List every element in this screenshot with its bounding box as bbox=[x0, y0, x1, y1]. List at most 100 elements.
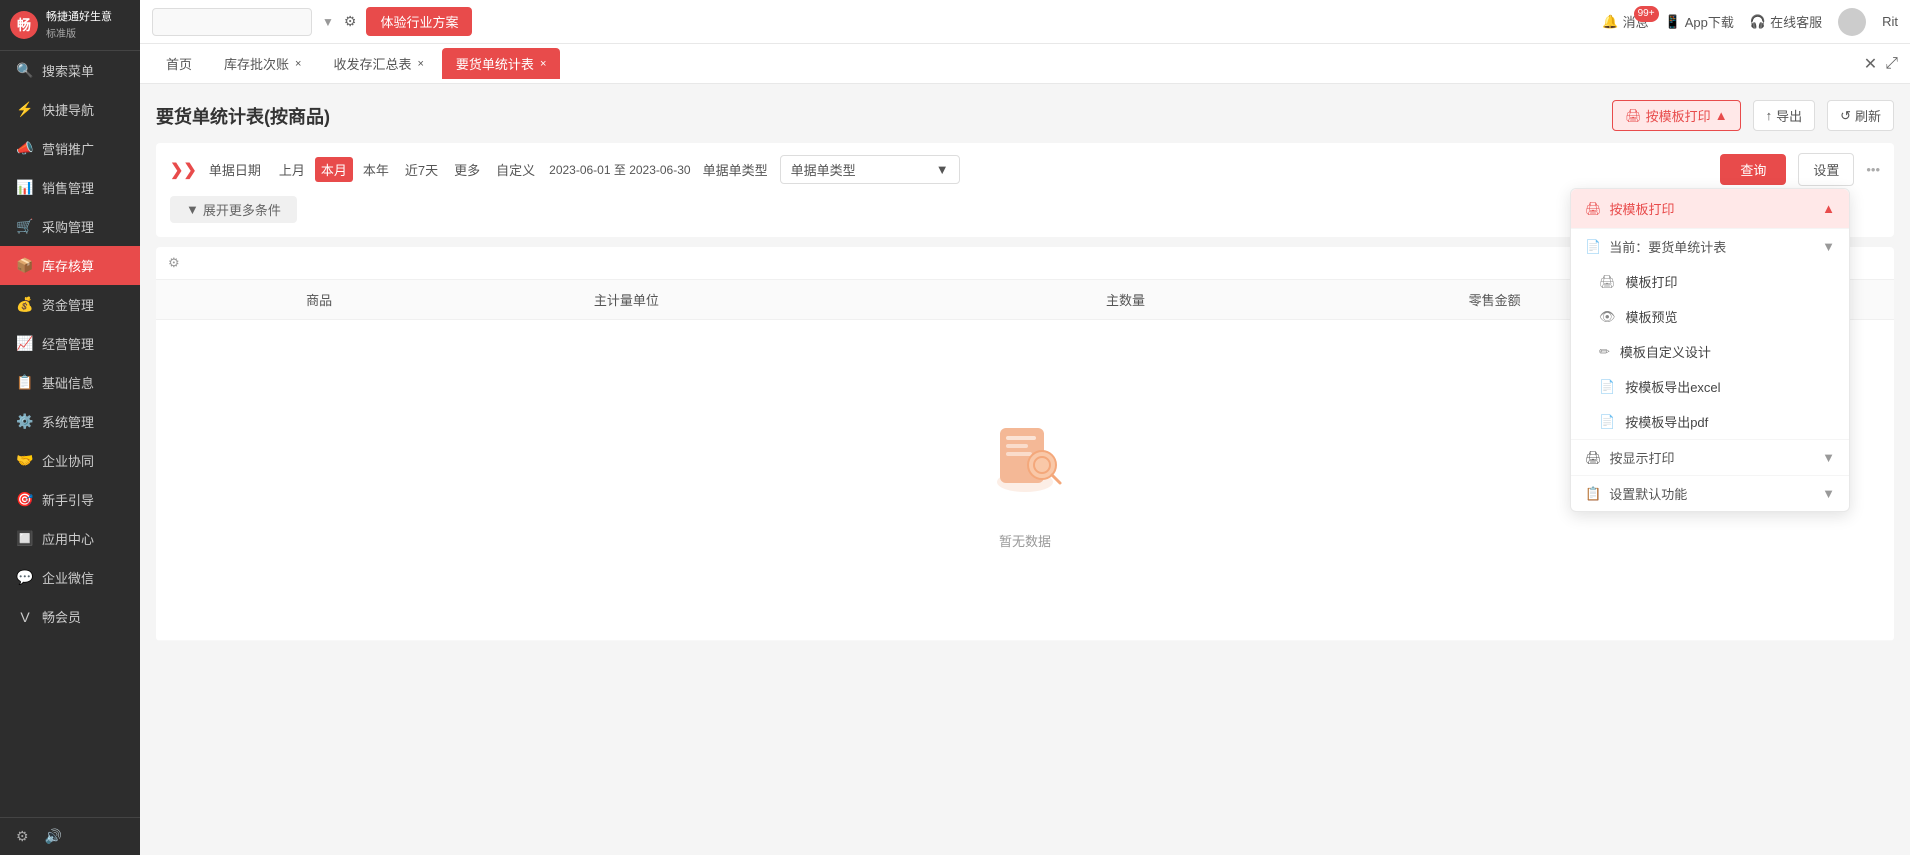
tab-receipt-summary-label: 收发存汇总表 bbox=[333, 54, 411, 73]
expand-conditions-btn[interactable]: ▼ 展开更多条件 bbox=[170, 196, 297, 223]
empty-text: 暂无数据 bbox=[999, 531, 1051, 550]
sidebar-nav: ⚡ 快捷导航 📣 营销推广 📊 销售管理 🛒 采购管理 📦 库存核算 💰 资金管… bbox=[0, 90, 140, 817]
date-custom-btn[interactable]: 自定义 bbox=[490, 157, 541, 182]
window-maximize-icon[interactable]: ⤢ bbox=[1885, 55, 1898, 73]
tab-receipt-summary[interactable]: 收发存汇总表 × bbox=[319, 48, 437, 79]
user-avatar[interactable] bbox=[1838, 8, 1866, 36]
expand-icon: ▼ bbox=[186, 202, 199, 217]
sound-icon[interactable]: 🔊 bbox=[45, 828, 62, 845]
tab-receipt-summary-close[interactable]: × bbox=[417, 58, 423, 70]
sidebar-search[interactable]: 🔍 搜索菜单 bbox=[0, 51, 140, 90]
print-template-button[interactable]: 🖨 按模板打印 ▲ bbox=[1612, 100, 1740, 131]
app-logo-icon: 畅 bbox=[10, 11, 38, 39]
type-select[interactable]: 单据单类型 ▼ bbox=[780, 155, 960, 184]
export-button[interactable]: ↑ 导出 bbox=[1753, 100, 1816, 131]
date-more-btn[interactable]: 更多 bbox=[448, 157, 486, 182]
app-download-button[interactable]: 📱 App下载 bbox=[1665, 12, 1734, 31]
dropdown-export-excel[interactable]: 📄 按模板导出excel bbox=[1571, 369, 1849, 404]
sidebar-item-label: 企业微信 bbox=[42, 568, 94, 587]
trial-industry-button[interactable]: 体验行业方案 bbox=[366, 7, 472, 36]
sidebar-item-finance[interactable]: 💰 资金管理 bbox=[0, 285, 140, 324]
column-settings-icon[interactable]: ⚙ bbox=[168, 255, 180, 271]
user-name[interactable]: Rit bbox=[1882, 14, 1898, 29]
sidebar: 畅 畅捷通好生意 标准版 🔍 搜索菜单 ⚡ 快捷导航 📣 营销推广 📊 销售管理… bbox=[0, 0, 140, 855]
messages-badge: 99+ bbox=[1634, 6, 1659, 22]
export-icon: ↑ bbox=[1766, 108, 1773, 123]
finance-icon: 💰 bbox=[16, 296, 34, 313]
sidebar-item-member[interactable]: V 畅会员 bbox=[0, 597, 140, 636]
sidebar-item-purchase[interactable]: 🛒 采购管理 bbox=[0, 207, 140, 246]
date-last-month-btn[interactable]: 上月 bbox=[273, 157, 311, 182]
export-pdf-label: 按模板导出pdf bbox=[1625, 412, 1708, 431]
tab-batch-accounts[interactable]: 库存批次账 × bbox=[210, 48, 315, 79]
query-button[interactable]: 查询 bbox=[1720, 154, 1786, 185]
sidebar-item-wechat[interactable]: 💬 企业微信 bbox=[0, 558, 140, 597]
sidebar-item-label: 库存核算 bbox=[42, 256, 94, 275]
topbar-search-input[interactable] bbox=[152, 8, 312, 36]
app-download-label: App下载 bbox=[1685, 12, 1734, 31]
sidebar-item-system[interactable]: ⚙️ 系统管理 bbox=[0, 402, 140, 441]
refresh-button[interactable]: ↺ 刷新 bbox=[1827, 100, 1894, 131]
dropdown-template-print[interactable]: 🖨 模板打印 bbox=[1571, 264, 1849, 299]
tab-batch-accounts-close[interactable]: × bbox=[295, 58, 301, 70]
date-last7days-btn[interactable]: 近7天 bbox=[399, 157, 444, 182]
system-icon: ⚙️ bbox=[16, 413, 34, 430]
sidebar-item-inventory[interactable]: 📦 库存核算 bbox=[0, 246, 140, 285]
tab-bar: 首页 库存批次账 × 收发存汇总表 × 要货单统计表 × ✕ ⤢ bbox=[140, 44, 1910, 84]
more-options-icon[interactable]: ••• bbox=[1866, 162, 1880, 177]
tab-order-stats-close[interactable]: × bbox=[540, 58, 546, 70]
dropdown-collapse-icon[interactable]: ▲ bbox=[1822, 201, 1835, 216]
main-area: ▼ ⚙ 体验行业方案 🔔 消息 99+ 📱 App下载 🎧 在线客服 Rit 首… bbox=[140, 0, 1910, 855]
settings-button[interactable]: 设置 bbox=[1798, 153, 1854, 186]
display-print-icon: 🖨 bbox=[1585, 450, 1602, 466]
dropdown-display-print[interactable]: 🖨 按显示打印 ▼ bbox=[1571, 439, 1849, 475]
date-current-year-btn[interactable]: 本年 bbox=[357, 157, 395, 182]
sidebar-item-collab[interactable]: 🤝 企业协同 bbox=[0, 441, 140, 480]
dropdown-template-preview[interactable]: 👁 模板预览 bbox=[1571, 299, 1849, 334]
refresh-icon: ↺ bbox=[1840, 108, 1851, 124]
dropdown-header[interactable]: 🖨 按模板打印 ▲ bbox=[1571, 189, 1849, 228]
online-service-button[interactable]: 🎧 在线客服 bbox=[1750, 12, 1822, 31]
type-filter-label: 单据单类型 bbox=[703, 160, 768, 179]
sidebar-item-quicknav[interactable]: ⚡ 快捷导航 bbox=[0, 90, 140, 129]
purchase-icon: 🛒 bbox=[16, 218, 34, 235]
sidebar-item-guide[interactable]: 🎯 新手引导 bbox=[0, 480, 140, 519]
basic-icon: 📋 bbox=[16, 374, 34, 391]
headset-icon: 🎧 bbox=[1750, 14, 1766, 30]
filter-row: ❯❯ 单据日期 上月 本月 本年 近7天 更多 自定义 2023-06-01 至… bbox=[170, 153, 1880, 186]
sidebar-item-label: 畅会员 bbox=[42, 607, 81, 626]
export-btn-label: 导出 bbox=[1776, 106, 1802, 125]
topbar-right-actions: 🔔 消息 99+ 📱 App下载 🎧 在线客服 Rit bbox=[1602, 8, 1898, 36]
export-excel-label: 按模板导出excel bbox=[1625, 377, 1720, 396]
sidebar-item-basic[interactable]: 📋 基础信息 bbox=[0, 363, 140, 402]
dropdown-template-design[interactable]: ✏ 模板自定义设计 bbox=[1571, 334, 1849, 369]
dropdown-default-func[interactable]: 📋 设置默认功能 ▼ bbox=[1571, 475, 1849, 511]
sidebar-item-marketing[interactable]: 📣 营销推广 bbox=[0, 129, 140, 168]
tab-home[interactable]: 首页 bbox=[152, 48, 206, 79]
sidebar-logo: 畅 畅捷通好生意 标准版 bbox=[0, 0, 140, 51]
topbar-gear-icon[interactable]: ⚙ bbox=[344, 13, 357, 30]
date-current-month-btn[interactable]: 本月 bbox=[315, 157, 353, 182]
app-name: 畅捷通好生意 bbox=[46, 10, 112, 25]
dropdown-title: 按模板打印 bbox=[1610, 199, 1675, 218]
sidebar-item-label: 快捷导航 bbox=[42, 100, 94, 119]
filter-toggle-icon[interactable]: ❯❯ bbox=[170, 160, 197, 180]
dropdown-current-item[interactable]: 📄 当前：要货单统计表 ▼ bbox=[1571, 228, 1849, 264]
dropdown-export-pdf[interactable]: 📄 按模板导出pdf bbox=[1571, 404, 1849, 439]
tab-order-stats[interactable]: 要货单统计表 × bbox=[442, 48, 560, 79]
sidebar-item-label: 采购管理 bbox=[42, 217, 94, 236]
window-close-icon[interactable]: ✕ bbox=[1864, 54, 1877, 74]
display-print-expand-icon: ▼ bbox=[1822, 450, 1835, 465]
sidebar-item-operations[interactable]: 📈 经营管理 bbox=[0, 324, 140, 363]
messages-button[interactable]: 🔔 消息 99+ bbox=[1602, 12, 1648, 31]
col-checkbox bbox=[156, 280, 294, 320]
sidebar-item-sales[interactable]: 📊 销售管理 bbox=[0, 168, 140, 207]
guide-icon: 🎯 bbox=[16, 491, 34, 508]
sidebar-item-appstore[interactable]: 🔲 应用中心 bbox=[0, 519, 140, 558]
refresh-btn-label: 刷新 bbox=[1855, 106, 1881, 125]
print-icon: 🖨 bbox=[1625, 108, 1642, 124]
sales-icon: 📊 bbox=[16, 179, 34, 196]
settings-icon[interactable]: ⚙ bbox=[16, 828, 29, 845]
printer-icon: 🖨 bbox=[1585, 201, 1602, 217]
topbar-dropdown-arrow[interactable]: ▼ bbox=[322, 15, 334, 29]
